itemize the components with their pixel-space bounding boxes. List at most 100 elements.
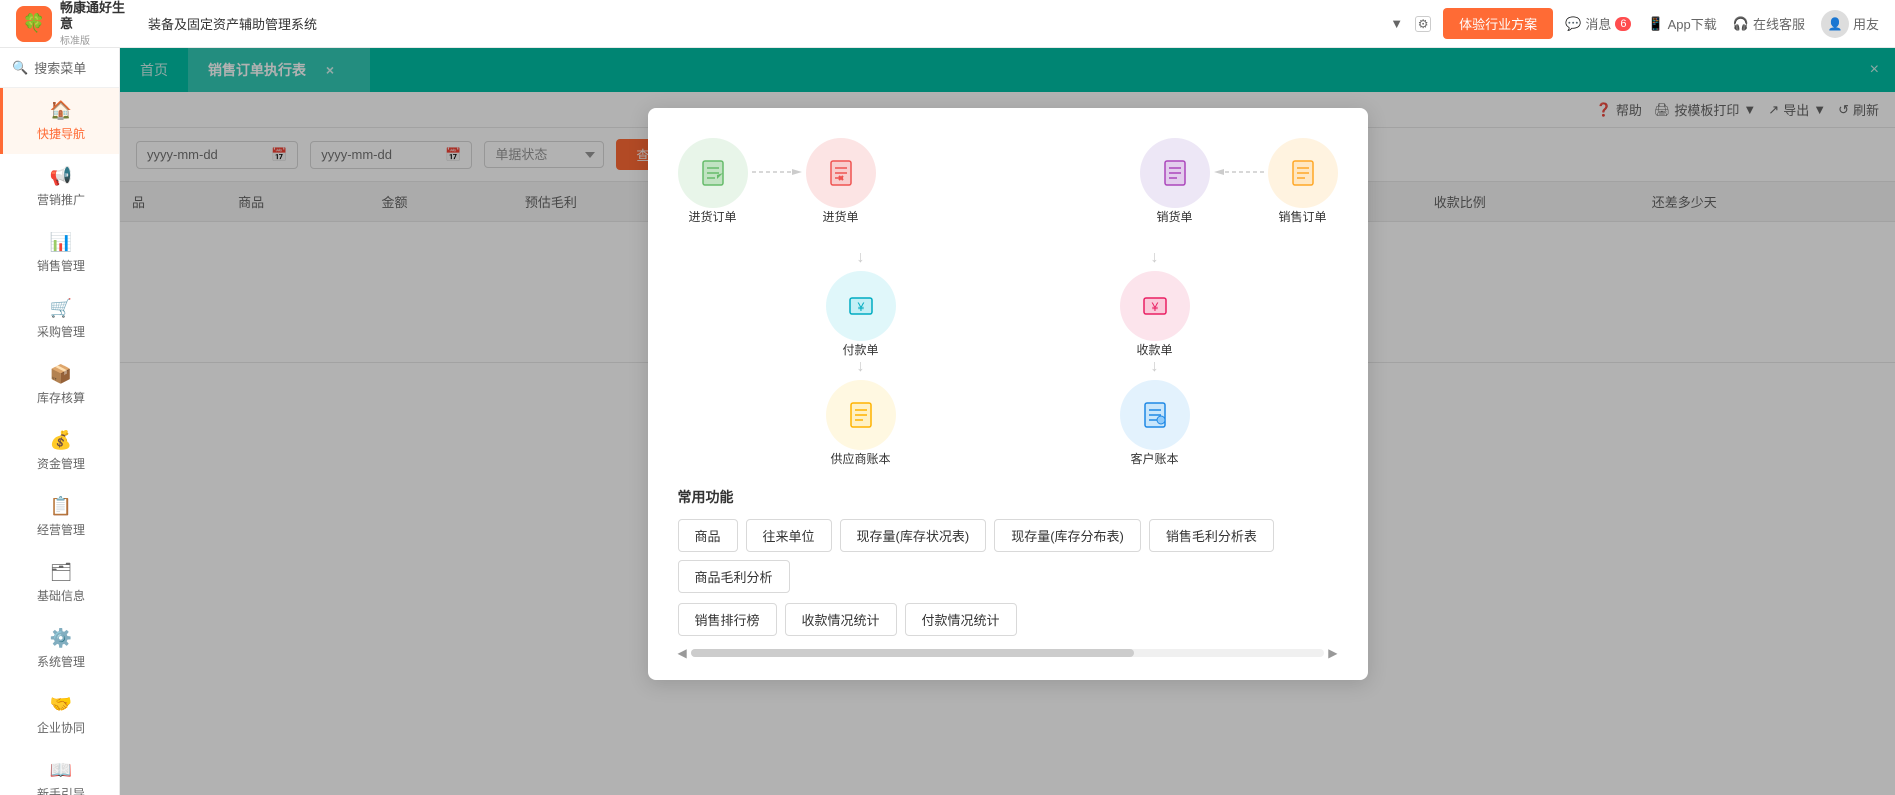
finance-icon: 💰 bbox=[50, 430, 72, 451]
purchase-order-label: 进货订单 bbox=[688, 208, 736, 225]
flow-receipt[interactable]: ¥ 收款单 bbox=[1120, 271, 1190, 358]
supplier-ledger-icon bbox=[826, 380, 896, 450]
search-label: 搜索菜单 bbox=[34, 58, 86, 77]
sidebar-item-label: 采购管理 bbox=[37, 323, 85, 340]
sidebar-item-guide[interactable]: 📖 新手引导 bbox=[0, 748, 119, 795]
topbar-right: 💬 消息 6 📱 App下载 🎧 在线客服 👤 用友 bbox=[1565, 10, 1879, 38]
payment-label: 付款单 bbox=[842, 341, 878, 358]
payment-icon: ¥ bbox=[826, 271, 896, 341]
flow-purchase-bill[interactable]: 进货单 bbox=[806, 138, 876, 225]
function-buttons: 商品 往来单位 现存量(库存状况表) 现存量(库存分布表) 销售毛利分析表 商品… bbox=[678, 519, 1338, 593]
sidebar-item-sales[interactable]: 📊 销售管理 bbox=[0, 220, 119, 286]
customer-ledger-icon bbox=[1120, 380, 1190, 450]
message-action[interactable]: 💬 消息 6 bbox=[1565, 14, 1631, 33]
avatar: 👤 bbox=[1821, 10, 1849, 38]
sidebar-item-basic-info[interactable]: 🗂 基础信息 bbox=[0, 550, 119, 616]
flow-customer-ledger[interactable]: 客户账本 bbox=[1120, 380, 1190, 467]
sidebar-item-inventory[interactable]: 📦 库存核算 bbox=[0, 352, 119, 418]
func-btn-payment-stats[interactable]: 付款情况统计 bbox=[905, 603, 1017, 636]
sidebar-item-label: 销售管理 bbox=[37, 257, 85, 274]
message-badge: 6 bbox=[1615, 17, 1631, 31]
system-dropdown[interactable]: ▼ bbox=[1390, 16, 1403, 31]
quick-nav-icon: 🏠 bbox=[50, 100, 72, 121]
flow-payment[interactable]: ¥ 付款单 bbox=[826, 271, 896, 358]
sidebar-item-label: 新手引导 bbox=[37, 785, 85, 795]
sidebar-item-label: 库存核算 bbox=[37, 389, 85, 406]
marketing-icon: 📢 bbox=[50, 166, 72, 187]
message-icon: 💬 bbox=[1565, 16, 1581, 32]
sales-bill-label: 销货单 bbox=[1156, 208, 1192, 225]
sidebar-item-label: 经营管理 bbox=[37, 521, 85, 538]
purchase-icon: 🛒 bbox=[50, 298, 72, 319]
supplier-ledger-label: 供应商账本 bbox=[830, 450, 890, 467]
flow-supplier-ledger[interactable]: 供应商账本 bbox=[826, 380, 896, 467]
trial-button[interactable]: 体验行业方案 bbox=[1443, 8, 1553, 39]
func-btn-sales-margin[interactable]: 销售毛利分析表 bbox=[1149, 519, 1274, 552]
func-btn-sales-rank[interactable]: 销售排行榜 bbox=[678, 603, 777, 636]
receipt-icon: ¥ bbox=[1120, 271, 1190, 341]
inventory-icon: 📦 bbox=[50, 364, 72, 385]
sales-bill-icon bbox=[1140, 138, 1210, 208]
common-functions-title: 常用功能 bbox=[678, 487, 1338, 507]
flow-sales-order[interactable]: 销售订单 bbox=[1268, 138, 1338, 225]
func-btn-stock-status[interactable]: 现存量(库存状况表) bbox=[840, 519, 987, 552]
sidebar-item-purchase[interactable]: 🛒 采购管理 bbox=[0, 286, 119, 352]
sidebar-item-label: 企业协同 bbox=[37, 719, 85, 736]
brand-icon: 🍀 bbox=[16, 6, 52, 42]
brand-name: 畅康通好生意 bbox=[60, 0, 136, 31]
scroll-right-arrow[interactable]: ▶ bbox=[1328, 646, 1337, 660]
sidebar-item-system[interactable]: ⚙️ 系统管理 bbox=[0, 616, 119, 682]
settings-icon[interactable]: ⚙ bbox=[1415, 16, 1431, 32]
user-action[interactable]: 👤 用友 bbox=[1821, 10, 1879, 38]
sales-order-icon bbox=[1268, 138, 1338, 208]
flow-purchase-order[interactable]: 进货订单 bbox=[678, 138, 748, 225]
customer-ledger-label: 客户账本 bbox=[1130, 450, 1178, 467]
scroll-left-arrow[interactable]: ◀ bbox=[678, 646, 687, 660]
sidebar: 🔍 搜索菜单 🏠 快捷导航 📢 营销推广 📊 销售管理 🛒 采购管理 📦 bbox=[0, 48, 120, 795]
headset-icon: 🎧 bbox=[1733, 16, 1749, 32]
sidebar-item-marketing[interactable]: 📢 营销推广 bbox=[0, 154, 119, 220]
brand-sub: 标准版 bbox=[60, 32, 136, 47]
purchase-bill-label: 进货单 bbox=[822, 208, 858, 225]
sidebar-item-label: 基础信息 bbox=[37, 587, 85, 604]
scrollbar-container: ◀ ▶ bbox=[678, 646, 1338, 660]
sidebar-item-operations[interactable]: 📋 经营管理 bbox=[0, 484, 119, 550]
content-area: 首页 销售订单执行表 × × ❓ 帮助 🖨 按模板打印 ▼ bbox=[120, 48, 1895, 795]
basic-info-icon: 🗂 bbox=[50, 562, 73, 583]
phone-icon: 📱 bbox=[1647, 16, 1663, 32]
search-menu-item[interactable]: 🔍 搜索菜单 bbox=[0, 48, 119, 88]
system-icon: ⚙️ bbox=[50, 628, 72, 649]
func-btn-product-margin[interactable]: 商品毛利分析 bbox=[678, 560, 790, 593]
service-action[interactable]: 🎧 在线客服 bbox=[1733, 14, 1805, 33]
common-functions-section: 常用功能 商品 往来单位 现存量(库存状况表) 现存量(库存分布表) 销售毛利分… bbox=[678, 487, 1338, 660]
sidebar-item-label: 快捷导航 bbox=[37, 125, 85, 142]
operations-icon: 📋 bbox=[50, 496, 72, 517]
receipt-label: 收款单 bbox=[1136, 341, 1172, 358]
flow-sales-bill[interactable]: 销货单 bbox=[1140, 138, 1210, 225]
sales-order-label: 销售订单 bbox=[1278, 208, 1326, 225]
sidebar-item-finance[interactable]: 💰 资金管理 bbox=[0, 418, 119, 484]
func-btn-stock-dist[interactable]: 现存量(库存分布表) bbox=[994, 519, 1141, 552]
sales-icon: 📊 bbox=[50, 232, 72, 253]
func-btn-receipt-stats[interactable]: 收款情况统计 bbox=[785, 603, 897, 636]
app-download-action[interactable]: 📱 App下载 bbox=[1647, 14, 1716, 33]
svg-text:¥: ¥ bbox=[1150, 300, 1158, 314]
scrollbar-thumb bbox=[691, 649, 1134, 657]
enterprise-icon: 🤝 bbox=[50, 694, 72, 715]
sidebar-item-enterprise[interactable]: 🤝 企业协同 bbox=[0, 682, 119, 748]
quick-nav-modal: 进货订单 bbox=[648, 108, 1368, 680]
purchase-bill-icon bbox=[806, 138, 876, 208]
sidebar-item-quick-nav[interactable]: 🏠 快捷导航 bbox=[0, 88, 119, 154]
system-title: 装备及固定资产辅助管理系统 bbox=[148, 14, 1378, 33]
search-icon: 🔍 bbox=[12, 60, 28, 76]
svg-text:¥: ¥ bbox=[856, 300, 864, 314]
brand: 🍀 畅康通好生意 标准版 bbox=[16, 0, 136, 46]
sidebar-item-label: 资金管理 bbox=[37, 455, 85, 472]
func-btn-counterparty[interactable]: 往来单位 bbox=[746, 519, 832, 552]
func-btn-product[interactable]: 商品 bbox=[678, 519, 738, 552]
guide-icon: 📖 bbox=[50, 760, 72, 781]
topbar: 🍀 畅康通好生意 标准版 装备及固定资产辅助管理系统 ▼ ⚙ 体验行业方案 💬 … bbox=[0, 0, 1895, 48]
function-buttons-row2: 销售排行榜 收款情况统计 付款情况统计 bbox=[678, 603, 1338, 636]
sidebar-item-label: 系统管理 bbox=[37, 653, 85, 670]
sidebar-item-label: 营销推广 bbox=[37, 191, 85, 208]
